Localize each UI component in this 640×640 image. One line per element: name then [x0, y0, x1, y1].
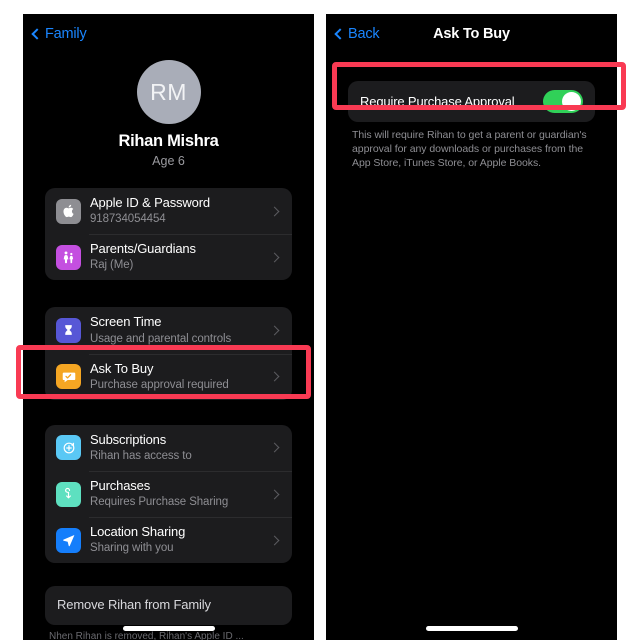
- chevron-left-icon: [334, 27, 346, 40]
- chevron-right-icon: [269, 252, 280, 263]
- left-phone-screen: Family RM Rihan Mishra Age 6 Apple ID & …: [23, 14, 314, 640]
- row-subtitle: 918734054454: [90, 213, 166, 226]
- row-title: Purchases: [90, 477, 151, 493]
- purchases-tag-icon: [56, 481, 81, 507]
- row-text: Parents/Guardians Raj (Me): [90, 241, 271, 273]
- require-purchase-approval-label: Require Purchase Approval: [360, 94, 515, 109]
- right-phone-screen: Back Ask To Buy Require Purchase Approva…: [326, 14, 617, 640]
- screenshot-canvas: Family RM Rihan Mishra Age 6 Apple ID & …: [0, 0, 640, 640]
- left-navbar: Family: [23, 14, 314, 54]
- list-group-approval: Require Purchase Approval: [348, 81, 595, 122]
- back-button-label: Family: [45, 26, 87, 42]
- row-subtitle: Raj (Me): [90, 259, 134, 272]
- row-location-sharing[interactable]: Location Sharing Sharing with you: [45, 517, 292, 563]
- profile-age: Age 6: [152, 154, 185, 168]
- ask-to-buy-footnote: This will require Rihan to get a parent …: [352, 129, 587, 169]
- back-button-label: Back: [348, 26, 380, 42]
- chevron-right-icon: [269, 489, 280, 499]
- avatar-initials: RM: [150, 78, 187, 105]
- family-icon: [56, 244, 81, 270]
- row-subscriptions[interactable]: Subscriptions Rihan has access to: [45, 425, 292, 471]
- avatar: RM: [136, 60, 201, 124]
- row-subtitle: Usage and parental controls: [90, 332, 232, 345]
- row-subtitle: Rihan has access to: [90, 450, 192, 462]
- right-phone-panel: Back Ask To Buy Require Purchase Approva…: [326, 14, 617, 640]
- row-title: Ask To Buy: [90, 360, 154, 376]
- back-button[interactable]: Back: [334, 26, 380, 42]
- row-text: Remove Rihan from Family: [57, 597, 280, 613]
- chevron-right-icon: [269, 206, 280, 217]
- chevron-right-icon: [269, 325, 280, 336]
- speech-bubble-check-icon: [56, 364, 81, 390]
- row-title: Screen Time: [90, 314, 162, 330]
- chevron-right-icon: [269, 535, 280, 546]
- list-group-sharing: Subscriptions Rihan has access to Purcha…: [45, 424, 292, 564]
- row-subtitle: Requires Purchase Sharing: [90, 496, 229, 509]
- row-title: Subscriptions: [90, 431, 167, 447]
- row-require-purchase-approval[interactable]: Require Purchase Approval: [348, 81, 595, 122]
- row-text: Screen Time Usage and parental controls: [90, 314, 271, 346]
- chevron-left-icon: [31, 27, 43, 40]
- row-text: Subscriptions Rihan has access to: [90, 432, 271, 464]
- row-apple-id-password[interactable]: Apple ID & Password 918734054454: [45, 188, 292, 234]
- subscriptions-renew-icon: [56, 435, 81, 461]
- list-group-parental-controls: Screen Time Usage and parental controls …: [45, 307, 292, 400]
- profile-name: Rihan Mishra: [118, 132, 219, 150]
- list-group-account: Apple ID & Password 918734054454 Parents…: [45, 188, 292, 281]
- location-arrow-icon: [56, 527, 81, 553]
- row-title: Remove Rihan from Family: [57, 597, 211, 613]
- row-title: Apple ID & Password: [90, 195, 210, 210]
- row-ask-to-buy[interactable]: Ask To Buy Purchase approval required: [45, 353, 292, 400]
- toggle-knob: [562, 92, 581, 111]
- row-purchases[interactable]: Purchases Requires Purchase Sharing: [45, 470, 292, 517]
- apple-icon: [56, 198, 81, 224]
- row-text: Location Sharing Sharing with you: [90, 524, 271, 556]
- row-title: Location Sharing: [90, 524, 186, 540]
- row-text: Purchases Requires Purchase Sharing: [90, 478, 271, 510]
- row-text: Apple ID & Password 918734054454: [90, 195, 271, 227]
- row-title: Parents/Guardians: [90, 241, 196, 257]
- list-group-remove: Remove Rihan from Family: [45, 586, 292, 625]
- chevron-right-icon: [269, 442, 280, 453]
- left-phone-panel: Family RM Rihan Mishra Age 6 Apple ID & …: [23, 14, 314, 640]
- home-indicator: [122, 626, 215, 631]
- right-navbar: Back Ask To Buy: [326, 14, 617, 54]
- hourglass-icon: [56, 317, 81, 343]
- row-remove-from-family[interactable]: Remove Rihan from Family: [45, 586, 292, 624]
- require-purchase-approval-toggle[interactable]: [543, 90, 583, 113]
- remove-footnote-truncated: Nhen Rihan is removed, Rihan's Apple ID …: [49, 630, 244, 640]
- row-text: Ask To Buy Purchase approval required: [90, 361, 271, 393]
- back-to-family-button[interactable]: Family: [31, 26, 87, 42]
- chevron-right-icon: [269, 371, 280, 382]
- home-indicator: [425, 626, 518, 631]
- row-subtitle: Sharing with you: [90, 542, 174, 555]
- row-subtitle: Purchase approval required: [90, 378, 229, 391]
- row-screen-time[interactable]: Screen Time Usage and parental controls: [45, 307, 292, 353]
- row-parents-guardians[interactable]: Parents/Guardians Raj (Me): [45, 234, 292, 280]
- profile-header: RM Rihan Mishra Age 6: [23, 54, 314, 168]
